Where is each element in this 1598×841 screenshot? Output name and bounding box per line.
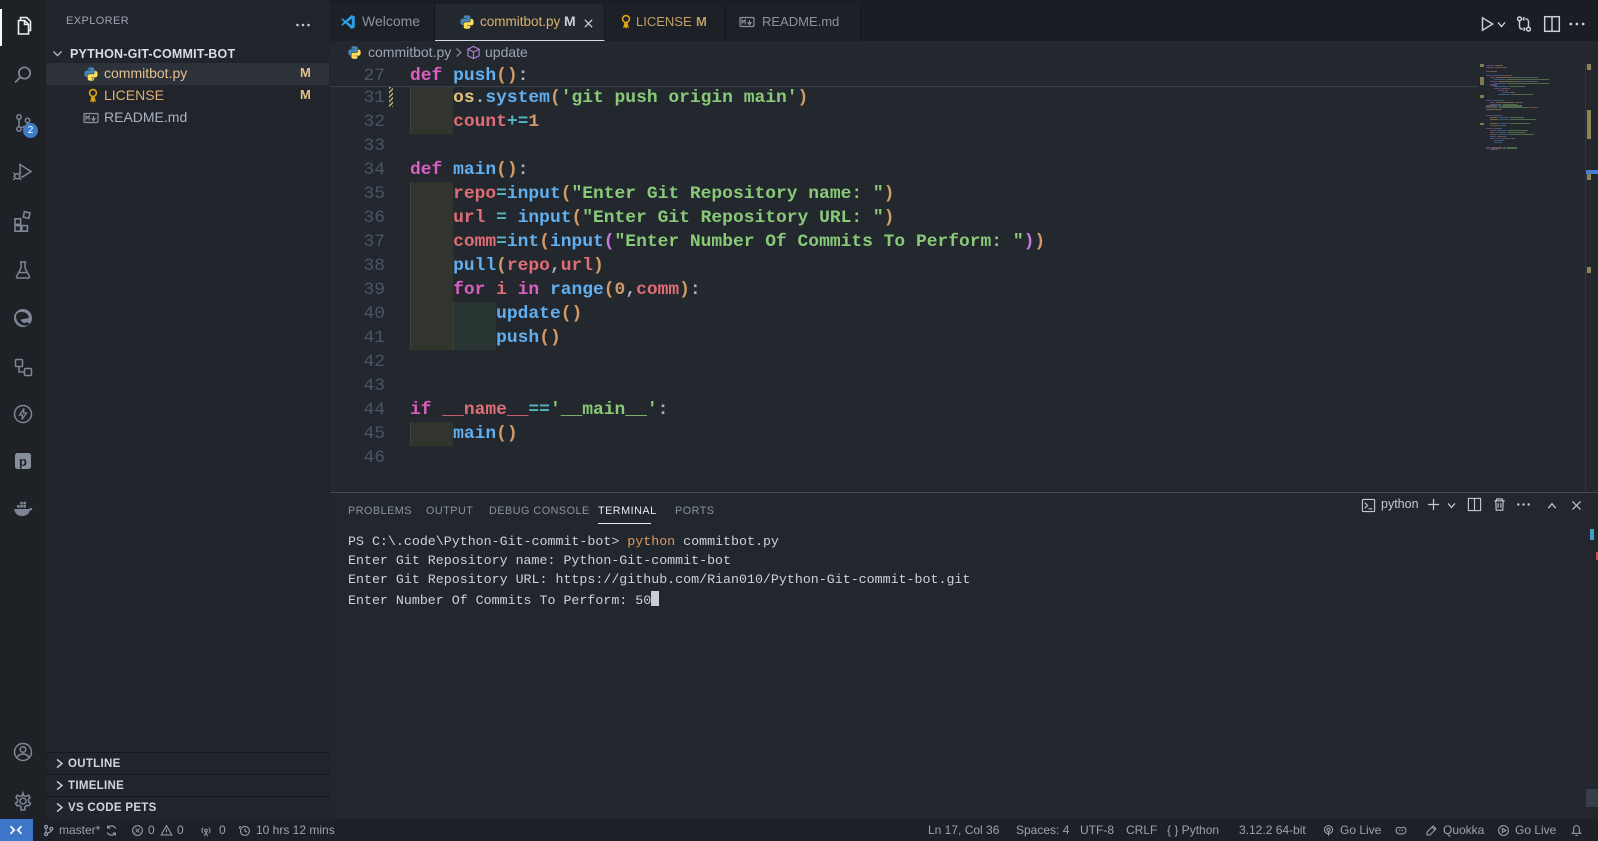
svg-text:p: p bbox=[19, 454, 27, 469]
